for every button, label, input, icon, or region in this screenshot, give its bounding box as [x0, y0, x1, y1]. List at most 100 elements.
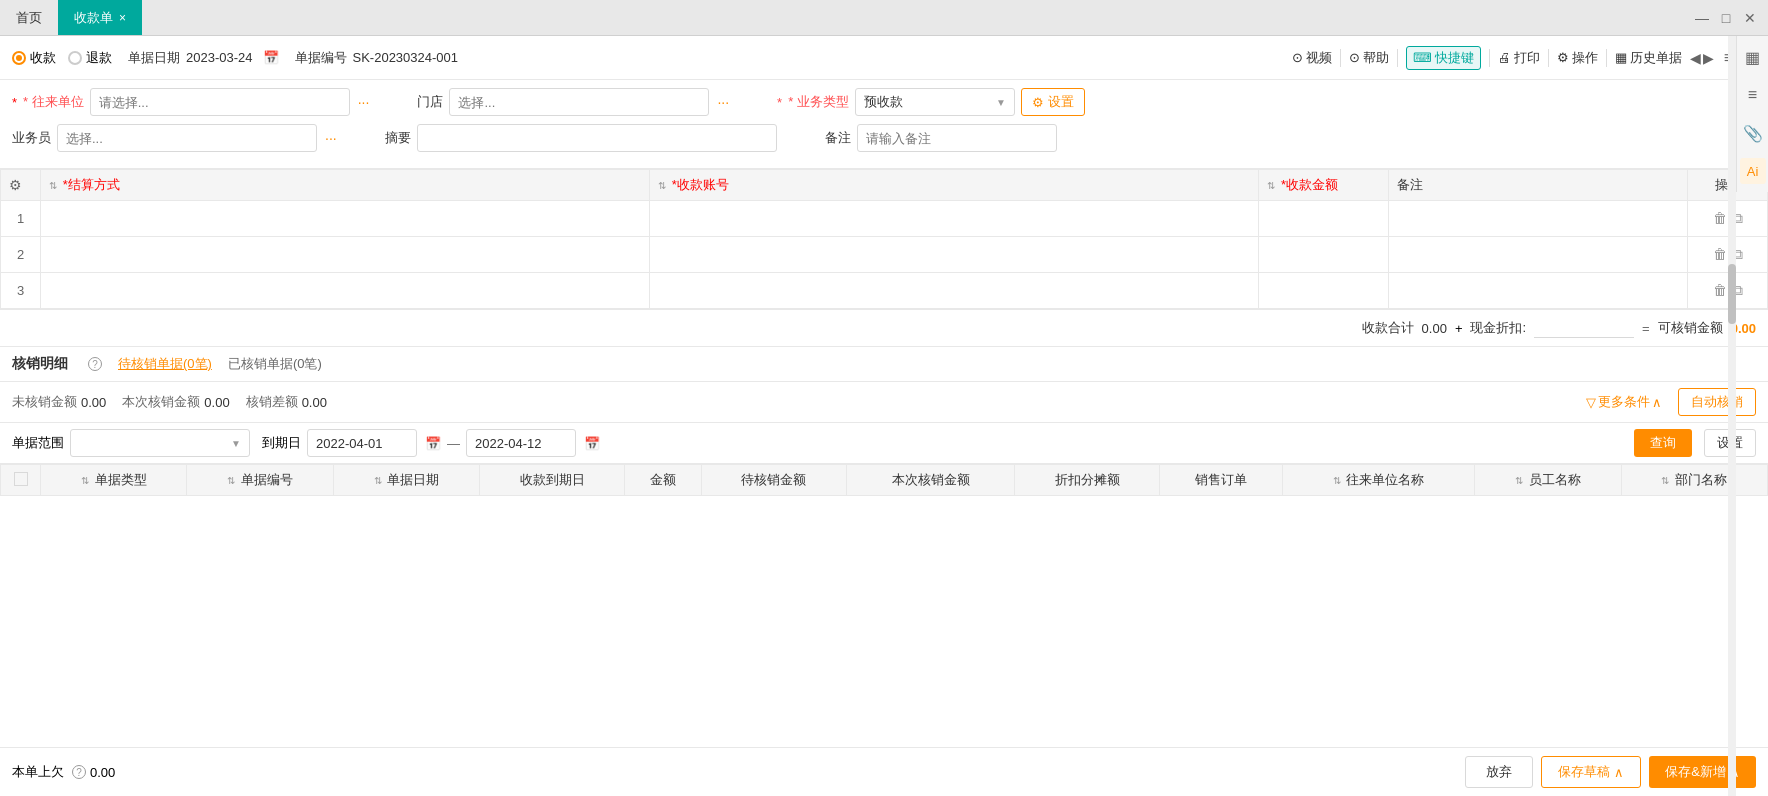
discard-button[interactable]: 放弃 — [1465, 756, 1533, 788]
sidebar-list-icon[interactable]: ≡ — [1740, 82, 1766, 108]
toolbar-actions: ⊙ 视频 ⊙ 帮助 ⌨ 快捷键 🖨 打印 ⚙ 操作 — [1292, 46, 1756, 70]
sidebar-attachment-icon[interactable]: 📎 — [1740, 120, 1766, 146]
sort-icon-date[interactable]: ⇅ — [374, 475, 382, 486]
row-num-3: 3 — [1, 273, 41, 309]
date-from-input[interactable] — [307, 429, 417, 457]
business-type-field: * * 业务类型 预收款 ▼ ⚙ 设置 — [777, 88, 1085, 116]
settings-label: 设置 — [1048, 93, 1074, 111]
nav-next-btn[interactable]: ▶ — [1703, 50, 1714, 66]
save-new-button[interactable]: 保存&新增 ∧ — [1649, 756, 1756, 788]
salesperson-field: 业务员 ··· — [12, 124, 337, 152]
salesperson-more-btn[interactable]: ··· — [325, 130, 337, 146]
select-all-checkbox[interactable] — [14, 472, 28, 486]
row-1-delete-btn[interactable]: 🗑 — [1713, 210, 1727, 227]
refund-radio-label: 退款 — [86, 49, 112, 67]
receipt-radio[interactable]: 收款 — [12, 49, 56, 67]
tab-close-icon[interactable]: × — [119, 11, 126, 25]
form-row-2: 业务员 ··· 摘要 备注 — [12, 124, 1756, 152]
remark-input[interactable] — [857, 124, 1057, 152]
video-label: 视频 — [1306, 49, 1332, 67]
date-label: 单据日期 — [128, 49, 180, 67]
store-input[interactable] — [449, 88, 709, 116]
th-config[interactable]: ⚙ — [1, 170, 41, 201]
date-value: 2023-03-24 — [186, 50, 253, 65]
row-3-settlement[interactable] — [41, 273, 650, 309]
salesperson-input[interactable] — [57, 124, 317, 152]
total-value: 0.00 — [1422, 321, 1447, 336]
shortcut-action[interactable]: ⌨ 快捷键 — [1406, 46, 1481, 70]
chevron-up-icon: ∧ — [1652, 395, 1662, 410]
sort-icon-dept[interactable]: ⇅ — [1661, 475, 1669, 486]
row-2-delete-btn[interactable]: 🗑 — [1713, 246, 1727, 263]
history-action[interactable]: ▦ 历史单据 — [1615, 49, 1682, 67]
sidebar-ai-icon[interactable]: Ai — [1740, 158, 1766, 184]
sidebar-table-icon[interactable]: ▦ — [1740, 44, 1766, 70]
table-config-icon[interactable]: ⚙ — [9, 177, 22, 193]
summary-input[interactable] — [417, 124, 777, 152]
discount-input[interactable] — [1534, 318, 1634, 338]
range-select[interactable]: ▼ — [70, 429, 250, 457]
date-to-input[interactable] — [466, 429, 576, 457]
row-3-account[interactable] — [650, 273, 1259, 309]
calendar-icon[interactable]: 📅 — [263, 50, 279, 65]
row-1-account[interactable] — [650, 201, 1259, 237]
sort-icon-employee[interactable]: ⇅ — [1515, 475, 1523, 486]
save-draft-label: 保存草稿 — [1558, 763, 1610, 781]
help-action[interactable]: ⊙ 帮助 — [1349, 49, 1389, 67]
row-1-settlement[interactable] — [41, 201, 650, 237]
row-num-1: 1 — [1, 201, 41, 237]
close-button[interactable]: ✕ — [1740, 8, 1760, 28]
nav-prev-btn[interactable]: ◀ — [1690, 50, 1701, 66]
remark-label: 备注 — [825, 129, 851, 147]
save-draft-button[interactable]: 保存草稿 ∧ — [1541, 756, 1641, 788]
th-checkbox[interactable] — [1, 465, 41, 496]
footer-info-icon[interactable]: ? — [72, 765, 86, 779]
sort-icon-counterpart[interactable]: ⇅ — [1333, 475, 1341, 486]
query-button[interactable]: 查询 — [1634, 429, 1692, 457]
auto-clear-button[interactable]: 自动核销 — [1678, 388, 1756, 416]
biz-type-label: * 业务类型 — [788, 93, 849, 111]
scrollbar-track[interactable] — [1728, 36, 1736, 796]
th-settlement-label: *结算方式 — [63, 177, 120, 192]
row-2-settlement[interactable] — [41, 237, 650, 273]
row-1-remark[interactable] — [1389, 201, 1688, 237]
top-toolbar: 收款 退款 单据日期 2023-03-24 📅 单据编号 SK-20230324… — [0, 36, 1768, 80]
row-3-remark[interactable] — [1389, 273, 1688, 309]
th-amount: ⇅ *收款金额 — [1259, 170, 1389, 201]
row-2-amount[interactable] — [1259, 237, 1389, 273]
print-action[interactable]: 🖨 打印 — [1498, 49, 1540, 67]
row-2-account[interactable] — [650, 237, 1259, 273]
row-3-delete-btn[interactable]: 🗑 — [1713, 282, 1727, 299]
maximize-button[interactable]: □ — [1716, 8, 1736, 28]
video-action[interactable]: ⊙ 视频 — [1292, 49, 1332, 67]
th-current-clear-label: 本次核销金额 — [892, 472, 970, 487]
calendar-to-icon[interactable]: 📅 — [584, 436, 600, 451]
tab-home[interactable]: 首页 — [0, 0, 58, 35]
table-row: 2 🗑 ⧉ — [1, 237, 1768, 273]
settings-button[interactable]: ⚙ 设置 — [1021, 88, 1085, 116]
sort-icon-amount[interactable]: ⇅ — [1267, 180, 1275, 191]
query-label: 查询 — [1650, 435, 1676, 450]
row-3-amount[interactable] — [1259, 273, 1389, 309]
calendar-from-icon[interactable]: 📅 — [425, 436, 441, 451]
more-conditions-btn[interactable]: ▽ 更多条件 ∧ — [1586, 393, 1662, 411]
salesperson-label: 业务员 — [12, 129, 51, 147]
refund-radio[interactable]: 退款 — [68, 49, 112, 67]
row-2-remark[interactable] — [1389, 237, 1688, 273]
sort-icon-type[interactable]: ⇅ — [81, 475, 89, 486]
sort-icon-settlement[interactable]: ⇅ — [49, 180, 57, 191]
minimize-button[interactable]: — — [1692, 8, 1712, 28]
scrollbar-thumb[interactable] — [1728, 264, 1736, 324]
operation-action[interactable]: ⚙ 操作 — [1557, 49, 1598, 67]
sort-icon-number[interactable]: ⇅ — [227, 475, 235, 486]
section-info-icon[interactable]: ? — [88, 357, 102, 371]
biz-type-select[interactable]: 预收款 ▼ — [855, 88, 1015, 116]
store-more-btn[interactable]: ··· — [717, 94, 729, 110]
sort-icon-account[interactable]: ⇅ — [658, 180, 666, 191]
pending-link[interactable]: 待核销单据(0笔) — [118, 355, 212, 373]
counterpart-more-btn[interactable]: ··· — [358, 94, 370, 110]
counterpart-input[interactable] — [90, 88, 350, 116]
tab-receipt[interactable]: 收款单 × — [58, 0, 142, 35]
row-1-amount[interactable] — [1259, 201, 1389, 237]
current-amount-stat: 本次核销金额 0.00 — [122, 393, 229, 411]
